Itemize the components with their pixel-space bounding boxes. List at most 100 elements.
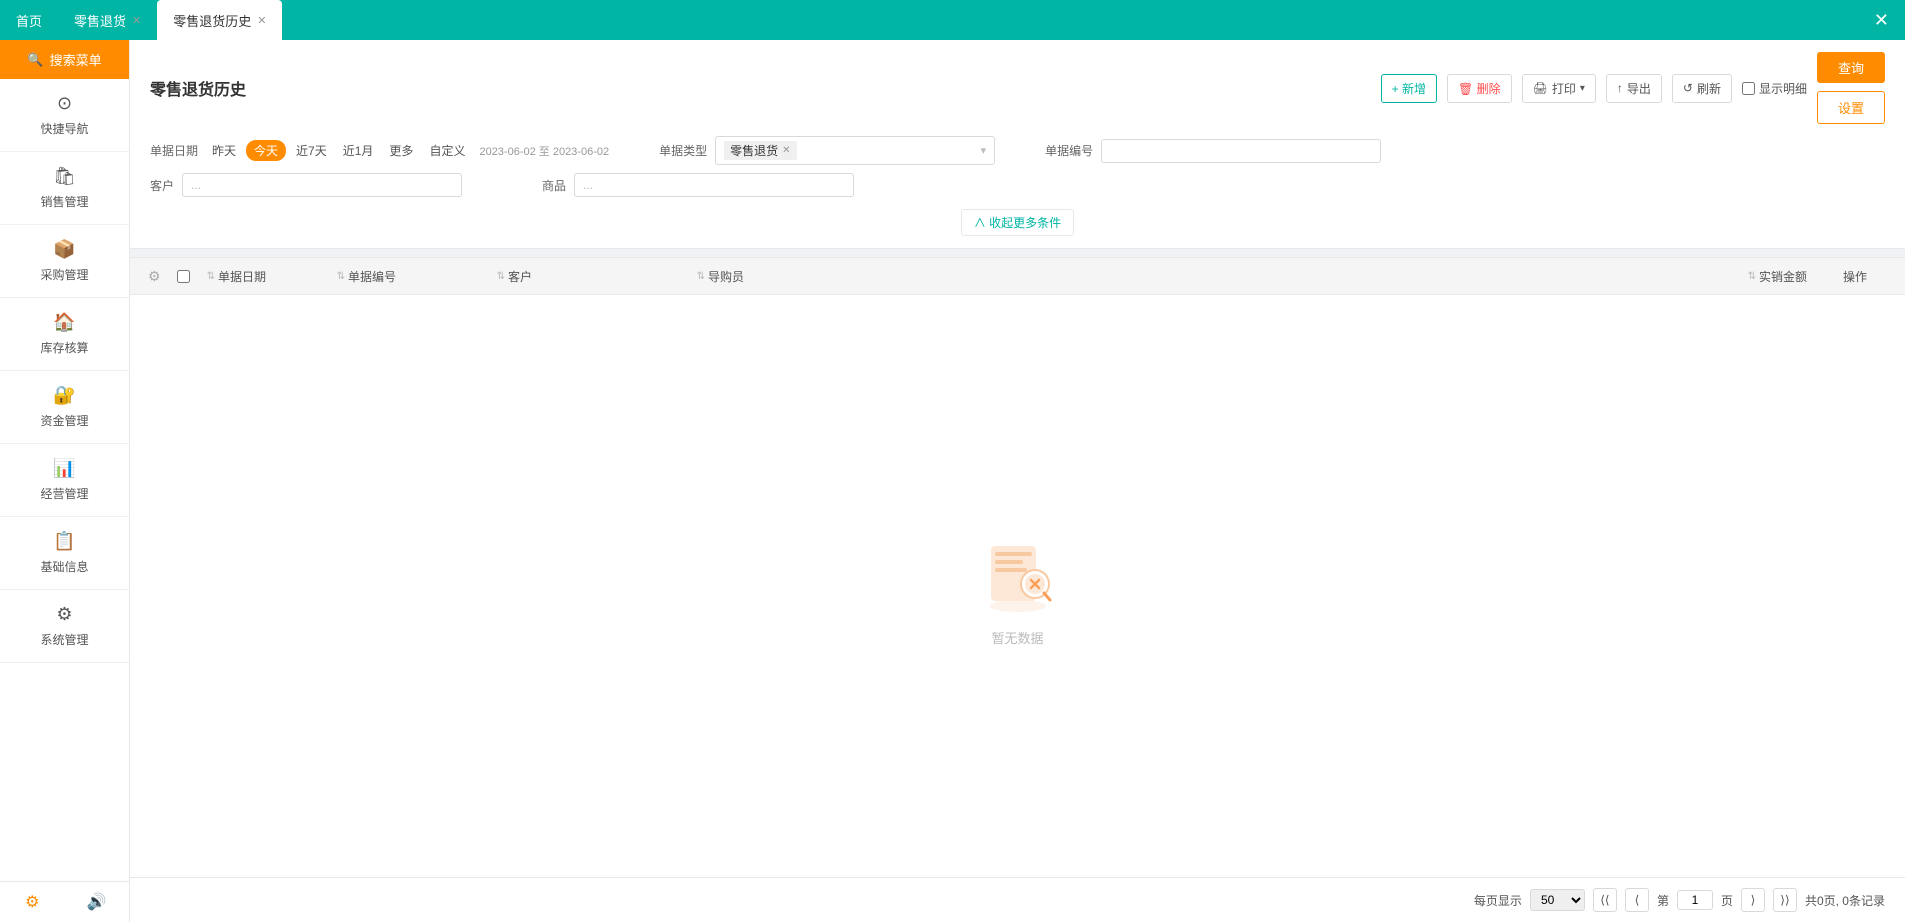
gear-icon[interactable]: ⚙ <box>148 268 161 285</box>
date-quick-btns: 昨天 今天 近7天 近1月 更多 自定义 <box>206 140 471 161</box>
date-btn-custom[interactable]: 自定义 <box>423 140 471 161</box>
empty-state: 暂无数据 <box>130 295 1905 877</box>
bill-no-filter-group: 单据编号 <box>1045 139 1381 163</box>
date-btn-more[interactable]: 更多 <box>383 140 419 161</box>
page-title-row: 零售退货历史 + 新增 🗑 删除 🖨 打印 ▾ ↑ 导出 ↺ <box>150 52 1885 124</box>
type-filter-select[interactable]: 零售退货 ✕ ▾ <box>715 136 995 165</box>
filter-area: 单据日期 昨天 今天 近7天 近1月 更多 自定义 2023-06-02 至 2… <box>150 136 1885 248</box>
date-sort-icon[interactable]: ⇅ <box>207 271 215 282</box>
date-filter-group: 单据日期 昨天 今天 近7天 近1月 更多 自定义 2023-06-02 至 2… <box>150 140 609 161</box>
bill-no-input[interactable] <box>1101 139 1381 163</box>
filter-row-2: 客户 ... 商品 ... <box>150 173 1885 197</box>
next-page-button[interactable]: ⟩ <box>1741 888 1765 912</box>
purchase-icon: 📦 <box>53 239 75 260</box>
tab-retail-return[interactable]: 零售退货 ✕ <box>58 0 157 40</box>
th-amount: ⇅ 实销金额 <box>839 268 1815 285</box>
bill-no-label: 单据编号 <box>1045 142 1093 159</box>
table-header: ⚙ ⇅ 单据日期 ⇅ 单据编号 ⇅ 客户 ⇅ <box>130 257 1905 295</box>
type-filter-group: 单据类型 零售退货 ✕ ▾ <box>659 136 995 165</box>
select-all-checkbox[interactable] <box>177 270 190 283</box>
show-detail-checkbox-label[interactable]: 显示明细 <box>1742 80 1807 97</box>
top-bar: 首页 零售退货 ✕ 零售退货历史 ✕ ✕ <box>0 0 1905 40</box>
customer-sort-icon[interactable]: ⇅ <box>497 271 505 282</box>
date-range-display: 2023-06-02 至 2023-06-02 <box>479 143 609 159</box>
search-icon: 🔍 <box>27 52 43 68</box>
sidebar-item-basic-info[interactable]: 📋 基础信息 <box>0 517 129 590</box>
goods-filter-group: 商品 ... <box>542 173 854 197</box>
th-customer: ⇅ 客户 <box>489 268 689 285</box>
volume-button[interactable]: 🔊 <box>65 882 130 922</box>
query-action-buttons: 查询 设置 <box>1817 52 1885 124</box>
per-page-select[interactable]: 50 100 200 <box>1530 889 1585 911</box>
window-close-button[interactable]: ✕ <box>1858 10 1905 31</box>
query-button[interactable]: 查询 <box>1817 52 1885 83</box>
toolbar: + 新增 🗑 删除 🖨 打印 ▾ ↑ 导出 ↺ 刷新 <box>1381 52 1885 124</box>
first-page-button[interactable]: ⟨⟨ <box>1593 888 1617 912</box>
main-layout: 🔍 搜索菜单 ⊙ 快捷导航 🛍 销售管理 📦 采购管理 🏠 库存核算 🔐 资金管… <box>0 40 1905 922</box>
customer-filter-select[interactable]: ... <box>182 173 462 197</box>
sidebar-item-purchase[interactable]: 📦 采购管理 <box>0 225 129 298</box>
date-btn-today[interactable]: 今天 <box>246 140 286 161</box>
refresh-button[interactable]: ↺ 刷新 <box>1672 74 1732 103</box>
type-select-dropdown-icon: ▾ <box>981 144 987 157</box>
customer-filter-group: 客户 ... <box>150 173 462 197</box>
sidebar-item-system[interactable]: ⚙ 系统管理 <box>0 590 129 663</box>
business-icon: 📊 <box>53 458 75 479</box>
date-btn-1month[interactable]: 近1月 <box>337 140 380 161</box>
date-btn-yesterday[interactable]: 昨天 <box>206 140 242 161</box>
tab-retail-return-close[interactable]: ✕ <box>132 14 141 27</box>
show-detail-checkbox[interactable] <box>1742 82 1755 95</box>
collapse-button[interactable]: ∧ 收起更多条件 <box>961 209 1074 236</box>
goods-filter-label: 商品 <box>542 177 566 194</box>
goods-filter-select[interactable]: ... <box>574 173 854 197</box>
tab-retail-return-history[interactable]: 零售退货历史 ✕ <box>157 0 282 40</box>
system-icon: ⚙ <box>56 604 72 625</box>
page-number-input[interactable] <box>1677 890 1713 910</box>
sidebar-item-quick-nav[interactable]: ⊙ 快捷导航 <box>0 79 129 152</box>
th-gear[interactable]: ⚙ <box>140 268 169 285</box>
sidebar-bottom: ⚙ 🔊 <box>0 881 129 922</box>
guide-sort-icon[interactable]: ⇅ <box>697 271 705 282</box>
date-btn-7days[interactable]: 近7天 <box>290 140 333 161</box>
print-button[interactable]: 🖨 打印 ▾ <box>1522 74 1596 103</box>
sales-icon: 🛍 <box>53 166 76 187</box>
sidebar-item-sales[interactable]: 🛍 销售管理 <box>0 152 129 225</box>
settings-bottom-icon: ⚙ <box>25 892 39 912</box>
per-page-label: 每页显示 <box>1474 892 1522 909</box>
amount-sort-icon[interactable]: ⇅ <box>1748 271 1756 282</box>
delete-button[interactable]: 🗑 删除 <box>1447 74 1512 103</box>
basic-info-icon: 📋 <box>53 531 75 552</box>
sidebar-item-finance[interactable]: 🔐 资金管理 <box>0 371 129 444</box>
new-button[interactable]: + 新增 <box>1381 74 1437 103</box>
page-title: 零售退货历史 <box>150 76 246 100</box>
sidebar: 🔍 搜索菜单 ⊙ 快捷导航 🛍 销售管理 📦 采购管理 🏠 库存核算 🔐 资金管… <box>0 40 130 922</box>
setting-button[interactable]: 设置 <box>1817 91 1885 124</box>
quick-nav-icon: ⊙ <box>57 93 72 114</box>
settings-bottom-button[interactable]: ⚙ <box>0 882 65 922</box>
page-header: 零售退货历史 + 新增 🗑 删除 🖨 打印 ▾ ↑ 导出 ↺ <box>130 40 1905 249</box>
empty-text: 暂无数据 <box>991 628 1043 647</box>
th-checkbox[interactable] <box>169 270 199 283</box>
export-button[interactable]: ↑ 导出 <box>1606 74 1662 103</box>
finance-icon: 🔐 <box>53 385 75 406</box>
tab-home[interactable]: 首页 <box>0 0 58 40</box>
tab-retail-return-history-close[interactable]: ✕ <box>257 14 266 27</box>
sidebar-item-business[interactable]: 📊 经营管理 <box>0 444 129 517</box>
th-operation: 操作 <box>1815 268 1895 285</box>
empty-icon <box>973 526 1063 616</box>
bill-sort-icon[interactable]: ⇅ <box>337 271 345 282</box>
th-guide: ⇅ 导购员 <box>689 268 839 285</box>
filter-row-1: 单据日期 昨天 今天 近7天 近1月 更多 自定义 2023-06-02 至 2… <box>150 136 1885 165</box>
last-page-button[interactable]: ⟩⟩ <box>1773 888 1797 912</box>
search-menu-button[interactable]: 🔍 搜索菜单 <box>0 40 129 79</box>
print-icon: 🖨 <box>1533 81 1548 95</box>
page-unit: 页 <box>1721 892 1733 909</box>
refresh-icon: ↺ <box>1683 81 1693 95</box>
total-info: 共0页, 0条记录 <box>1805 892 1885 909</box>
sidebar-item-inventory[interactable]: 🏠 库存核算 <box>0 298 129 371</box>
type-filter-label: 单据类型 <box>659 142 707 159</box>
prev-page-button[interactable]: ⟨ <box>1625 888 1649 912</box>
main-content: 零售退货历史 + 新增 🗑 删除 🖨 打印 ▾ ↑ 导出 ↺ <box>130 40 1905 922</box>
type-tag-close[interactable]: ✕ <box>782 145 790 156</box>
table-area: ⚙ ⇅ 单据日期 ⇅ 单据编号 ⇅ 客户 ⇅ <box>130 257 1905 922</box>
